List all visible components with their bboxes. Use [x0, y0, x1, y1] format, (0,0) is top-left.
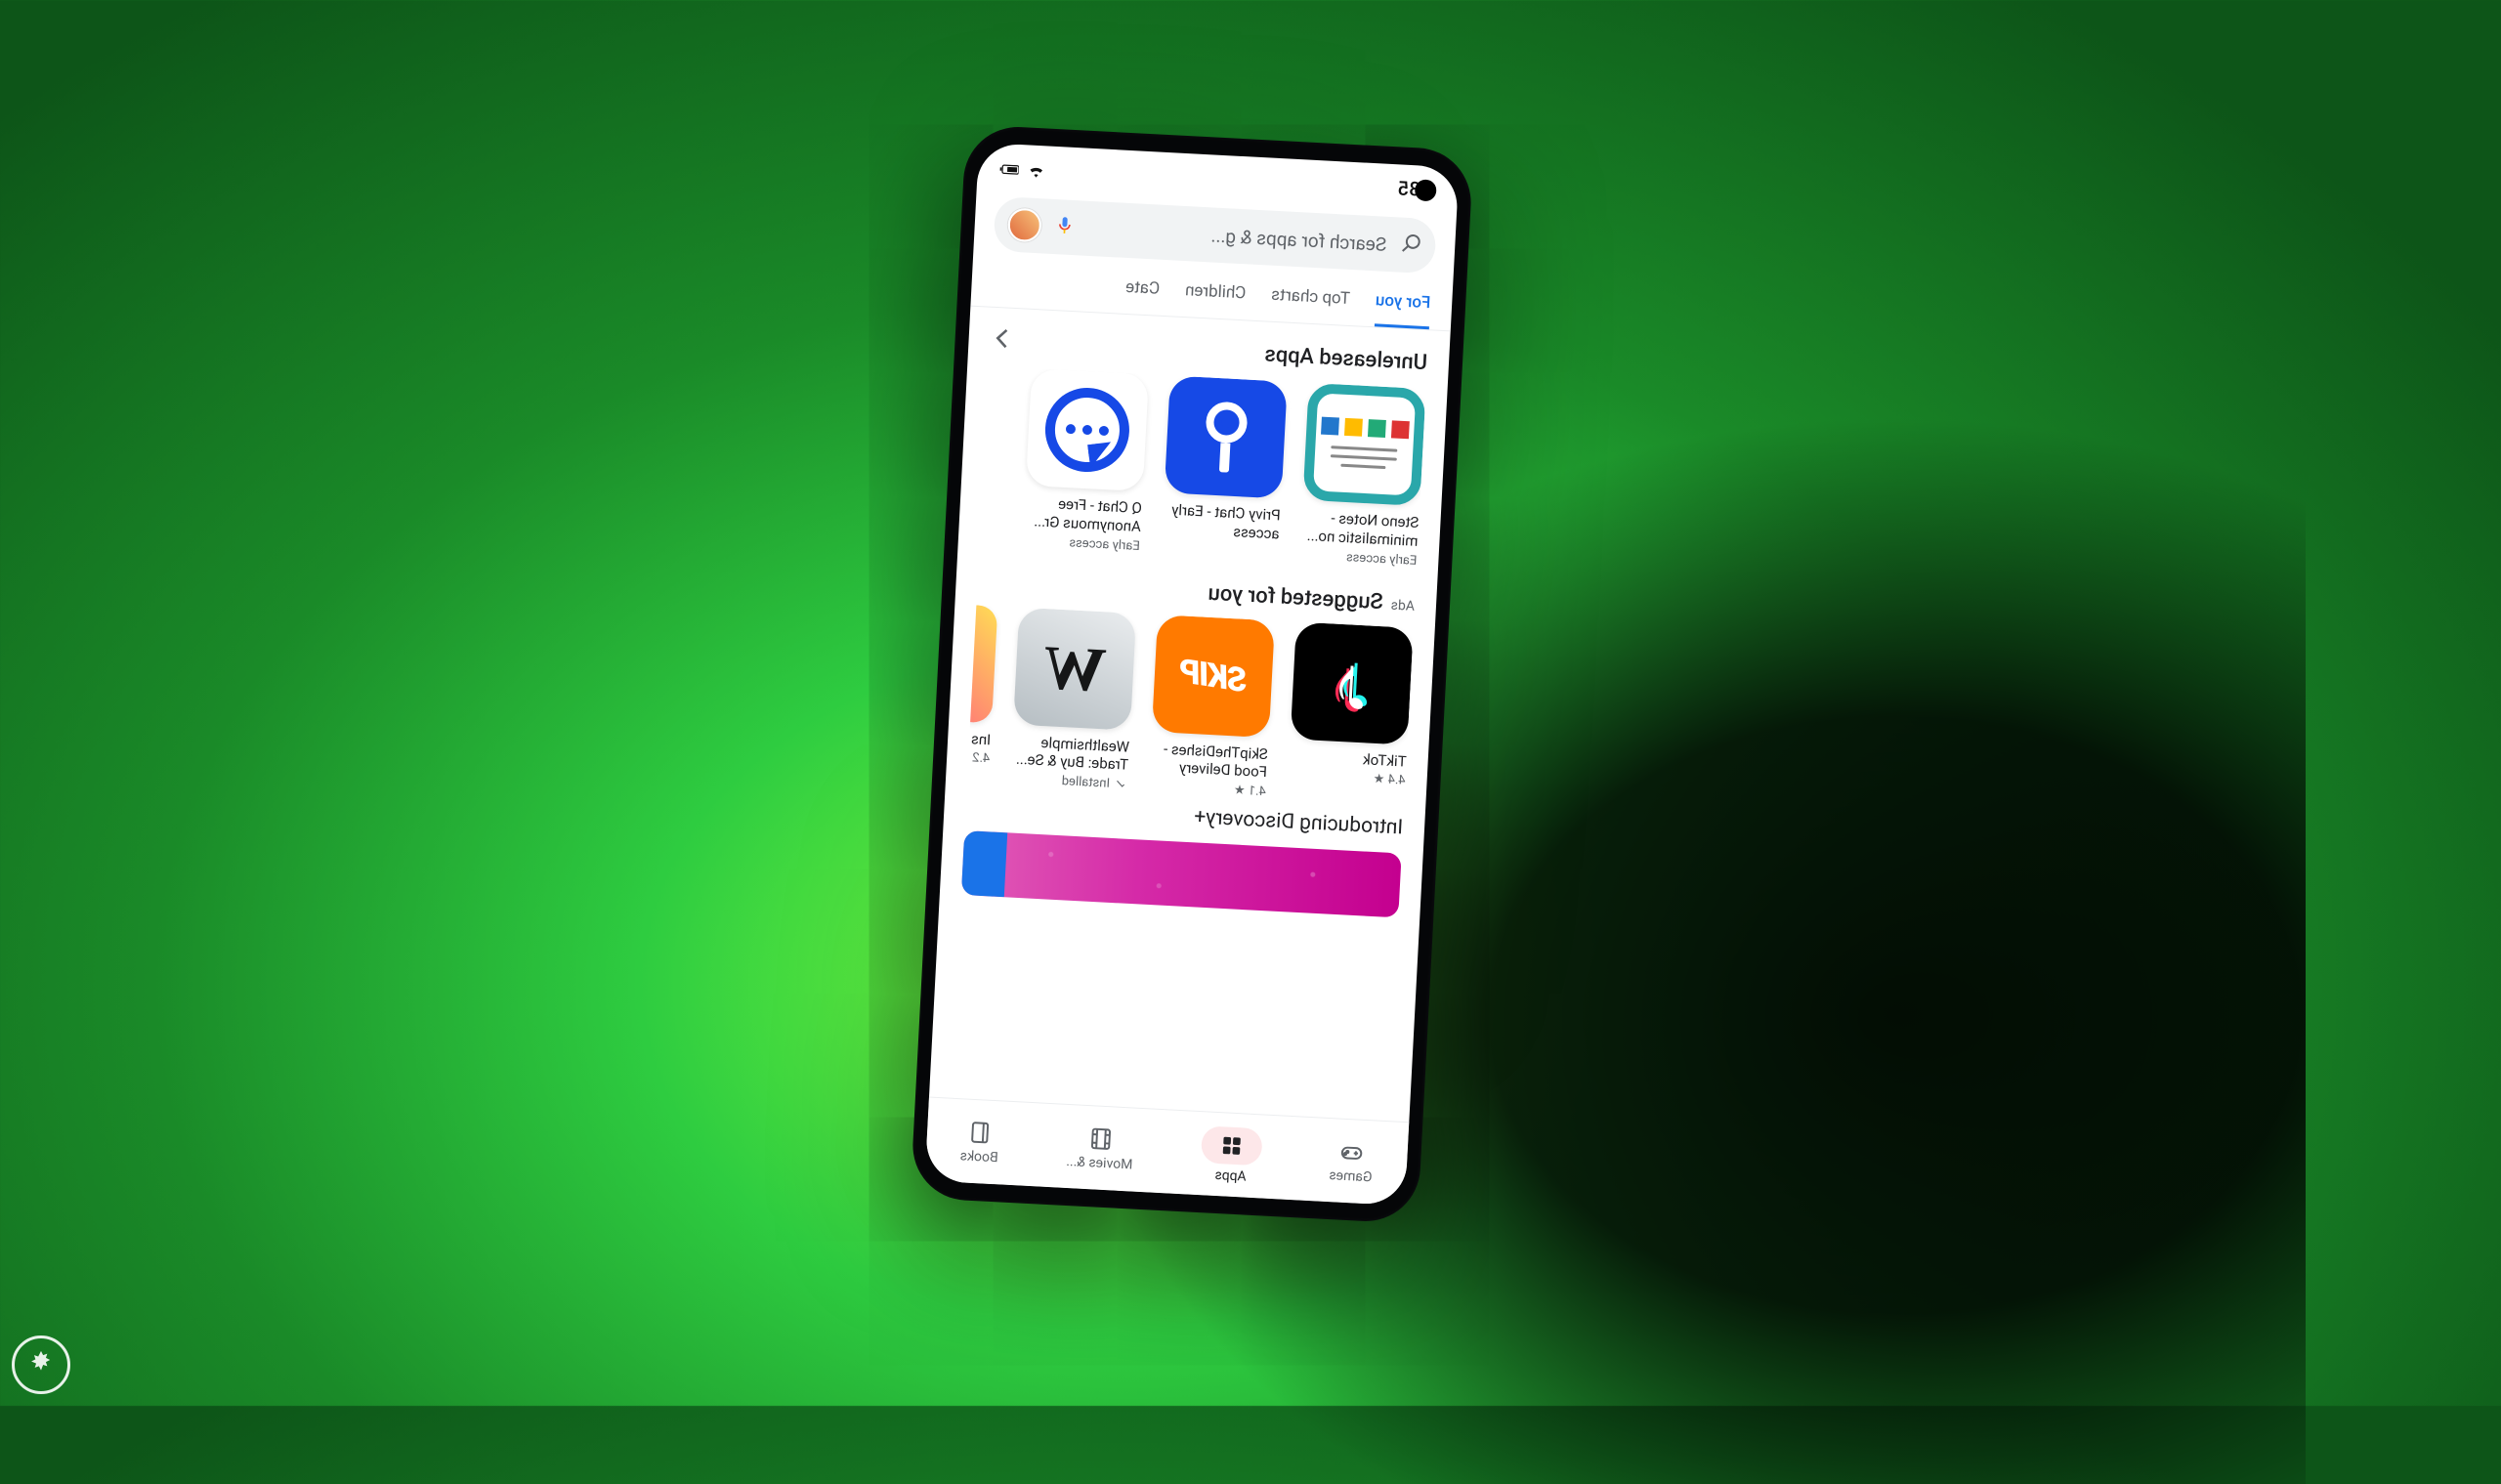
- bottom-nav: Games Apps Movies &... Books: [924, 1097, 1409, 1207]
- tab-for-you[interactable]: For you: [1374, 280, 1431, 329]
- app-sub: Early access: [1023, 532, 1141, 553]
- ads-label: Ads: [1390, 597, 1415, 614]
- tab-top-charts[interactable]: Top charts: [1270, 276, 1351, 325]
- apps-icon: [1219, 1132, 1246, 1159]
- phone-frame: 1:35 Search for apps & g...: [911, 124, 1474, 1224]
- section-unreleased: Unreleased Apps Steno Notes - minimalist…: [957, 307, 1450, 575]
- app-card-tiktok[interactable]: ♪ TikTok 4.4 ★: [1287, 621, 1413, 807]
- app-card-partial[interactable]: Ins 4.2: [967, 605, 998, 784]
- film-icon: [1087, 1125, 1114, 1152]
- tab-categories[interactable]: Cate: [1124, 268, 1161, 316]
- app-rating: 4.1 ★: [1149, 779, 1267, 799]
- app-rating: 4.2: [967, 749, 991, 766]
- promo-accent: [961, 830, 1007, 897]
- account-avatar[interactable]: [1007, 208, 1042, 243]
- app-card-qchat[interactable]: Q Chat - Free Anonymous Gr... Early acce…: [1023, 368, 1149, 554]
- app-icon-wealthsimple: W: [1013, 607, 1136, 730]
- app-icon-tiktok: ♪: [1291, 621, 1414, 744]
- app-card-skip[interactable]: SKIP SkipTheDishes - Food Delivery 4.1 ★: [1149, 615, 1275, 800]
- search-icon: [1400, 233, 1422, 259]
- app-card-wealthsimple[interactable]: W Wealthsimple Trade: Buy & Se... Instal…: [1010, 607, 1136, 792]
- promo-banner[interactable]: [961, 830, 1402, 917]
- app-name: Ins: [967, 729, 992, 749]
- app-rating: 4.4 ★: [1288, 768, 1406, 788]
- app-name: TikTok: [1289, 746, 1407, 771]
- battery-icon: [998, 159, 1019, 176]
- suggested-title-text: Suggested for you: [1208, 580, 1383, 614]
- app-card-steno[interactable]: Steno Notes - minimalistic no... Early a…: [1299, 383, 1425, 569]
- tab-children[interactable]: Children: [1184, 271, 1248, 319]
- app-installed-label: Installed: [1010, 771, 1128, 791]
- app-name: SkipTheDishes - Food Delivery: [1150, 739, 1269, 782]
- app-icon-partial: [967, 605, 998, 723]
- nav-label: Books: [959, 1148, 998, 1166]
- app-icon-skip: SKIP: [1152, 615, 1275, 738]
- nav-movies[interactable]: Movies &...: [1066, 1124, 1135, 1172]
- app-icon-qchat: [1026, 368, 1149, 491]
- wifi-icon: [1026, 160, 1046, 177]
- status-icons: [998, 159, 1046, 177]
- arrow-forward-icon[interactable]: [990, 325, 1017, 356]
- section-title-unreleased: Unreleased Apps: [1264, 342, 1428, 375]
- app-name: Privy Chat - Early access: [1162, 500, 1281, 543]
- nav-apps[interactable]: Apps: [1200, 1125, 1263, 1185]
- nav-games[interactable]: Games: [1329, 1138, 1374, 1185]
- mic-icon[interactable]: [1054, 213, 1075, 241]
- app-name: Q Chat - Free Anonymous Gr...: [1023, 493, 1142, 536]
- section-title-suggested: Ads Suggested for you: [1208, 580, 1416, 615]
- phone-device: 1:35 Search for apps & g...: [911, 124, 1474, 1224]
- app-icon-privy: [1165, 375, 1288, 498]
- app-name: Wealthsimple Trade: Buy & Se...: [1011, 732, 1130, 775]
- app-sub: Early access: [1299, 547, 1418, 568]
- app-icon-steno: [1302, 383, 1425, 506]
- search-placeholder: Search for apps & g...: [1087, 217, 1387, 255]
- book-icon: [967, 1119, 994, 1145]
- nav-label: Apps: [1214, 1166, 1247, 1184]
- nav-label: Movies &...: [1066, 1153, 1133, 1172]
- section-suggested: Ads Suggested for you ♪ TikTok 4.4 ★ SKIP…: [946, 550, 1438, 814]
- maple-leaf-icon: [24, 1348, 58, 1381]
- gamepad-icon: [1338, 1138, 1365, 1165]
- app-name: Steno Notes - minimalistic no...: [1300, 508, 1420, 551]
- watermark-badge: [12, 1336, 70, 1394]
- phone-screen: 1:35 Search for apps & g...: [924, 143, 1459, 1206]
- check-icon: [1114, 777, 1128, 791]
- nav-label: Games: [1329, 1167, 1373, 1185]
- nav-books[interactable]: Books: [959, 1119, 999, 1166]
- app-card-privy[interactable]: Privy Chat - Early access: [1161, 375, 1287, 561]
